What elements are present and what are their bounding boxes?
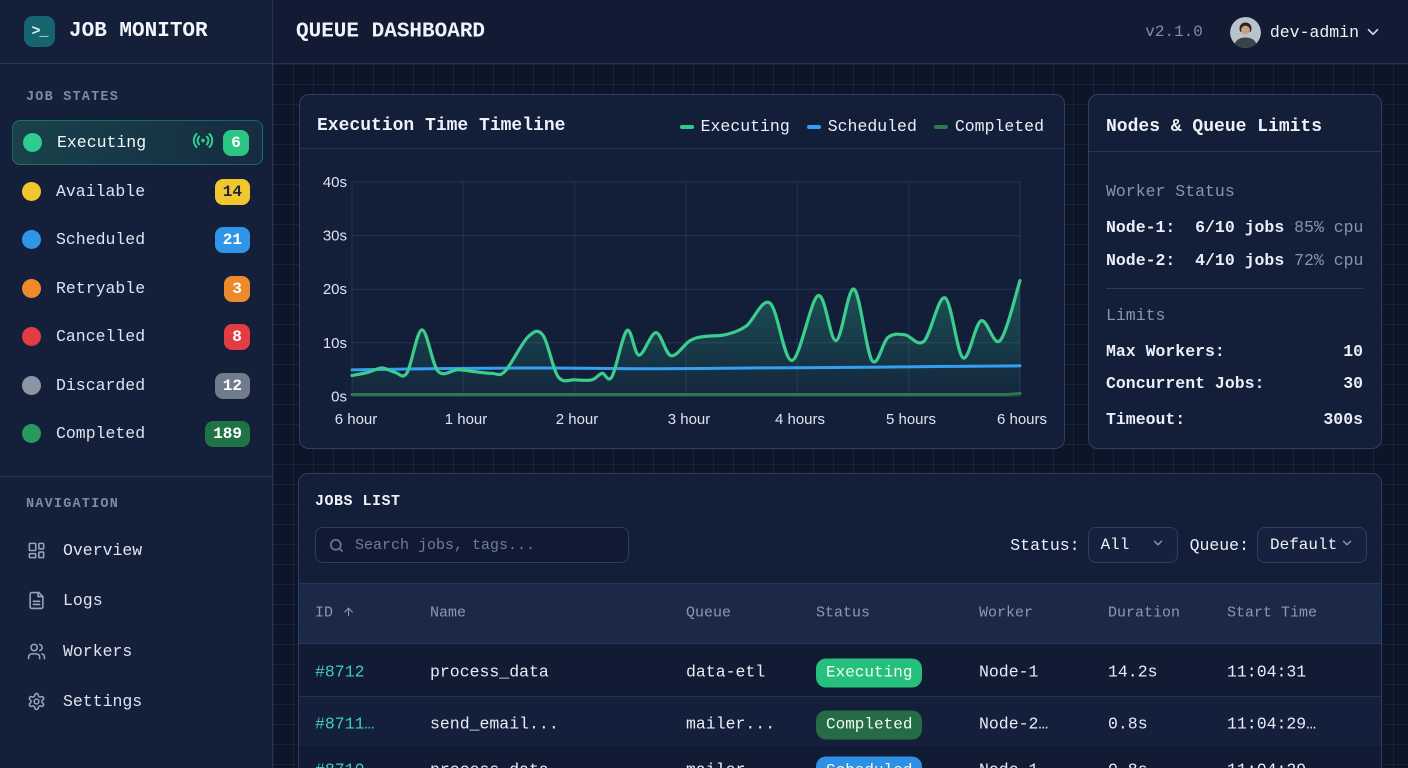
svg-text:6 hours: 6 hours bbox=[997, 411, 1047, 428]
svg-text:20s: 20s bbox=[323, 281, 347, 298]
svg-text:10s: 10s bbox=[323, 335, 347, 352]
svg-text:2 hour: 2 hour bbox=[556, 411, 599, 428]
svg-text:30s: 30s bbox=[323, 228, 347, 245]
svg-text:5 hours: 5 hours bbox=[886, 411, 936, 428]
svg-text:3 hour: 3 hour bbox=[668, 411, 711, 428]
svg-text:0s: 0s bbox=[331, 388, 347, 405]
svg-text:6 hour: 6 hour bbox=[335, 411, 378, 428]
svg-text:1 hour: 1 hour bbox=[445, 411, 488, 428]
svg-text:40s: 40s bbox=[323, 174, 347, 191]
svg-text:4 hours: 4 hours bbox=[775, 411, 825, 428]
